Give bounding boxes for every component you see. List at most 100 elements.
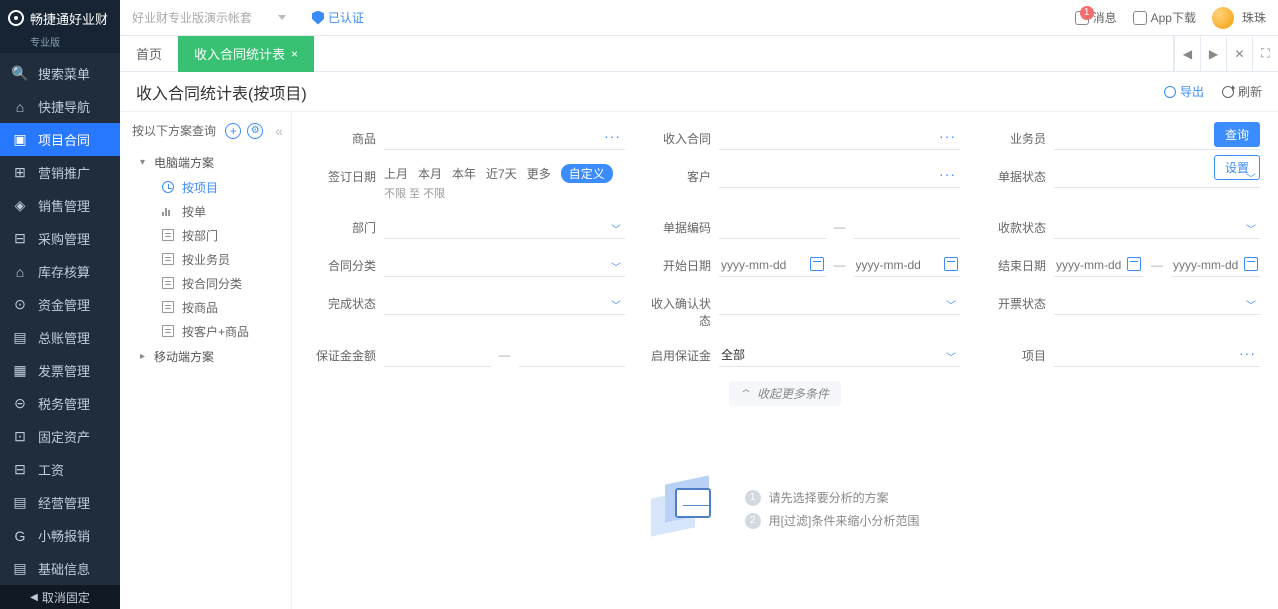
nav-item-4[interactable]: ◈销售管理 — [0, 189, 120, 222]
qd-this-year[interactable]: 本年 — [452, 165, 476, 182]
scheme-group-0[interactable]: 电脑端方案 — [132, 149, 283, 175]
invoice-select[interactable] — [1054, 291, 1260, 315]
nav-icon: ⌂ — [12, 99, 28, 115]
scheme-item-3[interactable]: 按业务员 — [132, 247, 283, 271]
filter-form: 查询 设置 商品 ··· 收入合同 ··· 业务员 ··· — [292, 112, 1278, 609]
bill-state-select[interactable] — [1054, 164, 1260, 188]
nav-item-12[interactable]: ⊟工资 — [0, 453, 120, 486]
contract-input[interactable] — [719, 126, 960, 150]
nav-item-7[interactable]: ⊙资金管理 — [0, 288, 120, 321]
nav-icon: G — [12, 528, 28, 544]
refresh-icon — [1222, 86, 1234, 98]
calendar-icon[interactable] — [1127, 257, 1141, 271]
nav-item-1[interactable]: ⌂快捷导航 — [0, 90, 120, 123]
nav-icon: ▤ — [12, 561, 28, 577]
bill-no-to[interactable] — [854, 215, 961, 239]
nav-item-10[interactable]: ⊝税务管理 — [0, 387, 120, 420]
qd-last-month[interactable]: 上月 — [384, 165, 408, 182]
nav-item-14[interactable]: G小畅报销 — [0, 519, 120, 552]
content: 收入合同统计表(按项目) 导出 刷新 按以下方案查询 + ⚙ « 电脑端方案按项… — [120, 72, 1278, 609]
user-menu[interactable]: 珠珠 — [1212, 7, 1266, 29]
nav-item-13[interactable]: ▤经营管理 — [0, 486, 120, 519]
scheme-item-5[interactable]: 按商品 — [132, 295, 283, 319]
scheme-item-4[interactable]: 按合同分类 — [132, 271, 283, 295]
label-goods: 商品 — [310, 126, 376, 147]
qd-this-month[interactable]: 本月 — [418, 165, 442, 182]
tab-home[interactable]: 首页 — [120, 36, 178, 72]
tab-close-all[interactable]: ✕ — [1226, 36, 1252, 72]
chevron-down-icon: ﹀ — [1246, 221, 1256, 236]
nav-list: 🔍搜索菜单⌂快捷导航▣项目合同⊞营销推广◈销售管理⊟采购管理⌂库存核算⊙资金管理… — [0, 53, 120, 585]
sidebar: 畅捷通好业财 专业版 🔍搜索菜单⌂快捷导航▣项目合同⊞营销推广◈销售管理⊟采购管… — [0, 0, 120, 609]
chevron-down-icon: ﹀ — [1246, 297, 1256, 312]
salesman-input[interactable] — [1054, 126, 1260, 150]
deposit-on-select[interactable] — [719, 343, 960, 367]
label-pay-state: 收款状态 — [980, 215, 1046, 236]
nav-item-0[interactable]: 🔍搜索菜单 — [0, 57, 120, 90]
ellipsis-icon[interactable]: ··· — [939, 166, 956, 182]
label-bill-state: 单据状态 — [980, 164, 1046, 185]
scheme-item-2[interactable]: 按部门 — [132, 223, 283, 247]
avatar — [1212, 7, 1234, 29]
calendar-icon[interactable] — [1244, 257, 1258, 271]
page-header: 收入合同统计表(按项目) 导出 刷新 — [120, 72, 1278, 112]
tab-active[interactable]: 收入合同统计表× — [178, 36, 314, 72]
qd-7days[interactable]: 近7天 — [486, 165, 517, 182]
goods-input[interactable] — [384, 126, 625, 150]
complete-select[interactable] — [384, 291, 625, 315]
scheme-title: 按以下方案查询 — [132, 122, 216, 139]
nav-item-6[interactable]: ⌂库存核算 — [0, 255, 120, 288]
refresh-link[interactable]: 刷新 — [1222, 83, 1262, 100]
doc-icon — [162, 301, 174, 313]
tab-close[interactable]: × — [291, 47, 298, 61]
nav-item-8[interactable]: ▤总账管理 — [0, 321, 120, 354]
nav-icon: ⊟ — [12, 231, 28, 247]
confirm-select[interactable] — [719, 291, 960, 315]
export-link[interactable]: 导出 — [1164, 83, 1204, 100]
scheme-collapse[interactable]: « — [275, 123, 283, 139]
messages-button[interactable]: 1 消息 — [1075, 9, 1117, 26]
ellipsis-icon[interactable]: ··· — [604, 128, 621, 144]
scheme-tree: 电脑端方案按项目按单按部门按业务员按合同分类按商品按客户+商品移动端方案 — [132, 149, 283, 369]
tab-fullscreen[interactable]: ⛶ — [1252, 36, 1278, 72]
export-icon — [1164, 86, 1176, 98]
deposit-from[interactable] — [384, 343, 491, 367]
scheme-item-6[interactable]: 按客户+商品 — [132, 319, 283, 343]
pay-state-select[interactable] — [1054, 215, 1260, 239]
ellipsis-icon[interactable]: ··· — [1239, 128, 1256, 144]
chevron-down-icon: ﹀ — [946, 297, 956, 312]
calendar-icon[interactable] — [944, 257, 958, 271]
bill-no-from[interactable] — [719, 215, 826, 239]
calendar-icon[interactable] — [810, 257, 824, 271]
tab-next[interactable]: ▶ — [1200, 36, 1226, 72]
scheme-item-0[interactable]: 按项目 — [132, 175, 283, 199]
category-select[interactable] — [384, 253, 625, 277]
app-download-button[interactable]: App下载 — [1133, 9, 1196, 26]
nav-item-9[interactable]: ▦发票管理 — [0, 354, 120, 387]
qd-custom[interactable]: 自定义 — [561, 164, 613, 183]
qd-more[interactable]: 更多 — [527, 165, 551, 182]
empty-illustration — [651, 474, 721, 544]
deposit-to[interactable] — [519, 343, 626, 367]
scheme-settings[interactable]: ⚙ — [247, 123, 263, 139]
dept-select[interactable] — [384, 215, 625, 239]
nav-item-5[interactable]: ⊟采购管理 — [0, 222, 120, 255]
scheme-add[interactable]: + — [225, 123, 241, 139]
nav-item-11[interactable]: ⊡固定资产 — [0, 420, 120, 453]
tenant-select[interactable]: 好业财专业版演示帐套 — [132, 9, 292, 26]
empty-step1: 请先选择要分析的方案 — [769, 489, 889, 506]
project-input[interactable] — [1054, 343, 1260, 367]
ellipsis-icon[interactable]: ··· — [939, 128, 956, 144]
collapse-toggle[interactable]: 收起更多条件 — [729, 381, 841, 406]
customer-input[interactable] — [719, 164, 960, 188]
nav-item-15[interactable]: ▤基础信息 — [0, 552, 120, 585]
label-contract: 收入合同 — [645, 126, 711, 147]
nav-icon: ⊙ — [12, 297, 28, 313]
scheme-group-1[interactable]: 移动端方案 — [132, 343, 283, 369]
sidebar-collapse[interactable]: 取消固定 — [0, 585, 120, 609]
scheme-item-1[interactable]: 按单 — [132, 199, 283, 223]
ellipsis-icon[interactable]: ··· — [1239, 345, 1256, 361]
tab-prev[interactable]: ◀ — [1174, 36, 1200, 72]
nav-item-3[interactable]: ⊞营销推广 — [0, 156, 120, 189]
nav-item-2[interactable]: ▣项目合同 — [0, 123, 120, 156]
